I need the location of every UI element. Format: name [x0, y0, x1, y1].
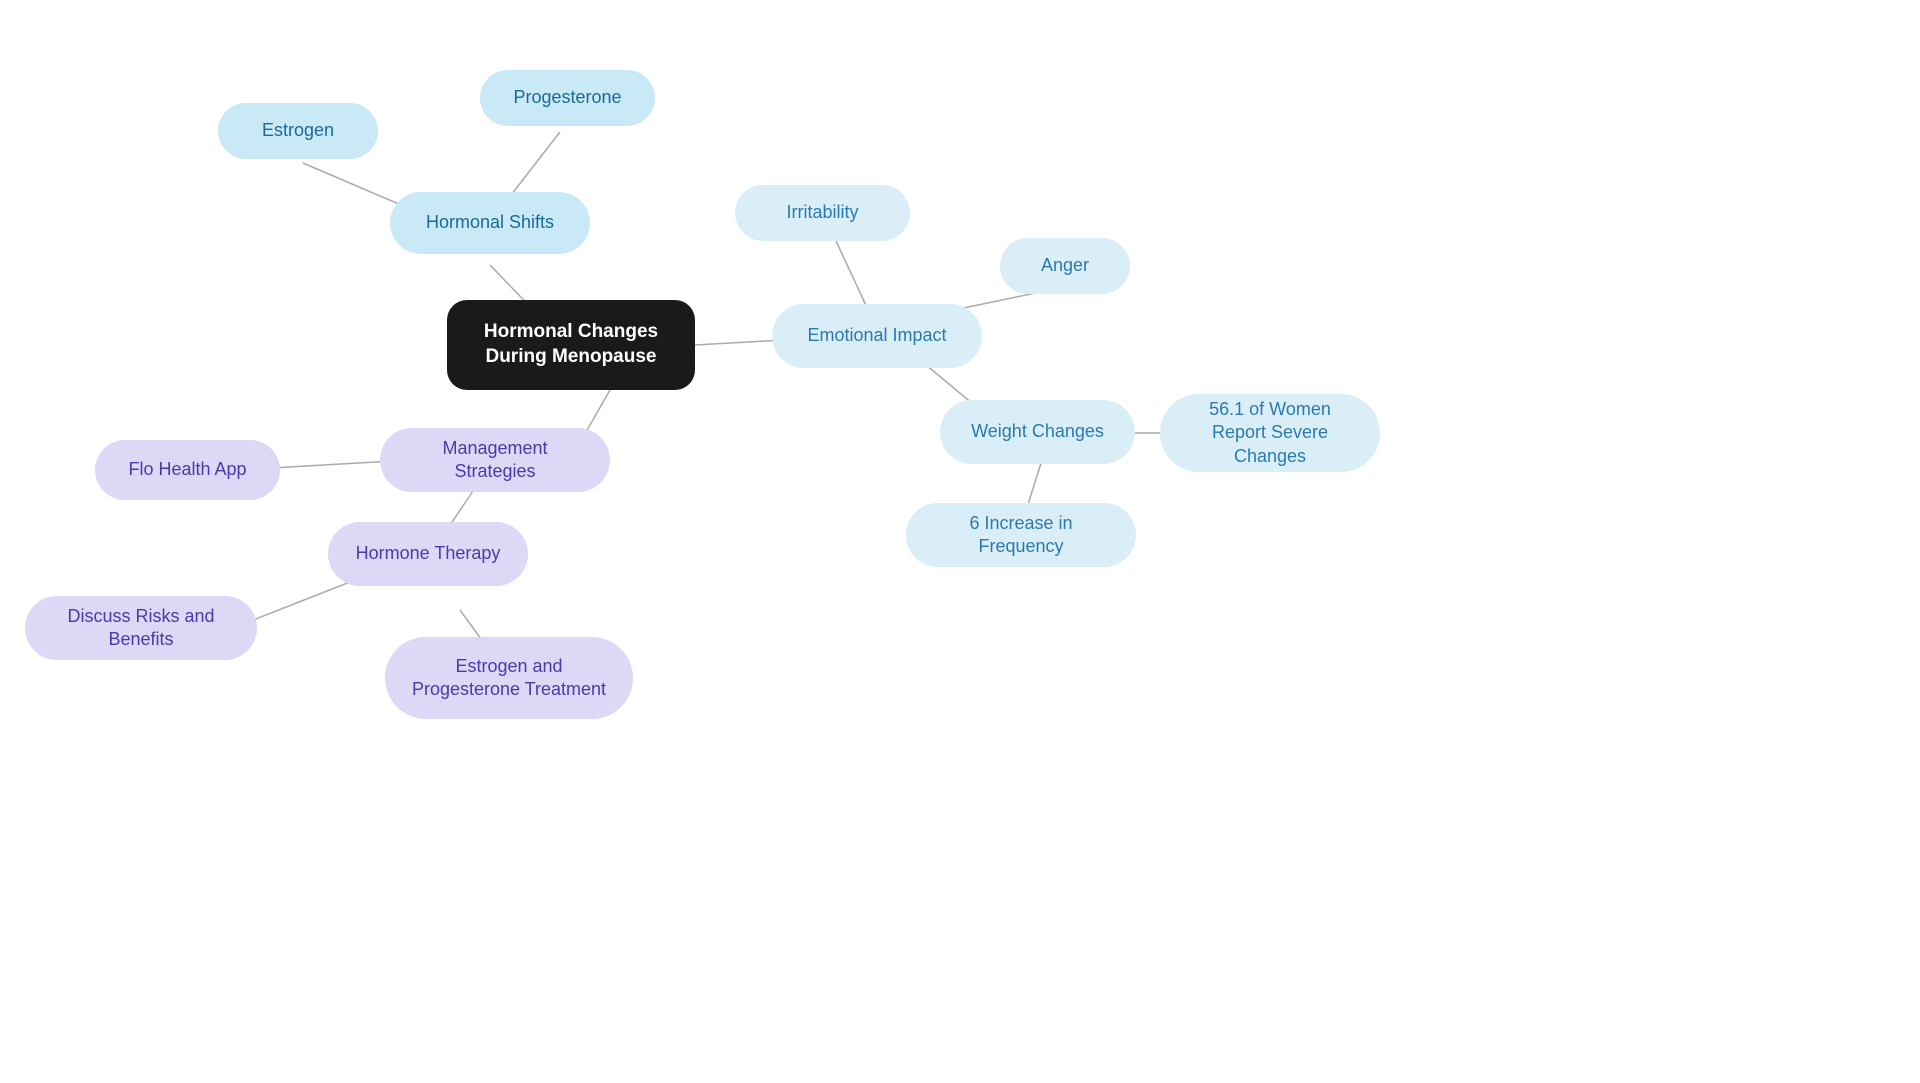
flo-health-app-node: Flo Health App: [95, 440, 280, 500]
irritability-node: Irritability: [735, 185, 910, 241]
weight-changes-label: Weight Changes: [971, 420, 1104, 443]
increase-frequency-label: 6 Increase in Frequency: [928, 512, 1114, 559]
anger-node: Anger: [1000, 238, 1130, 294]
hormone-therapy-node: Hormone Therapy: [328, 522, 528, 586]
anger-label: Anger: [1041, 254, 1089, 277]
progesterone-label: Progesterone: [513, 86, 621, 109]
discuss-risks-node: Discuss Risks and Benefits: [25, 596, 257, 660]
estrogen-progesterone-label: Estrogen and Progesterone Treatment: [407, 655, 611, 702]
estrogen-label: Estrogen: [262, 119, 334, 142]
increase-frequency-node: 6 Increase in Frequency: [906, 503, 1136, 567]
irritability-label: Irritability: [786, 201, 858, 224]
severe-changes-label: 56.1 of Women Report Severe Changes: [1182, 398, 1358, 468]
emotional-impact-label: Emotional Impact: [807, 324, 946, 347]
center-label: Hormonal Changes During Menopause: [469, 320, 673, 369]
estrogen-node: Estrogen: [218, 103, 378, 159]
flo-health-app-label: Flo Health App: [128, 458, 246, 481]
management-strategies-label: Management Strategies: [402, 437, 588, 484]
severe-changes-node: 56.1 of Women Report Severe Changes: [1160, 394, 1380, 472]
hormone-therapy-label: Hormone Therapy: [356, 542, 501, 565]
estrogen-progesterone-node: Estrogen and Progesterone Treatment: [385, 637, 633, 719]
progesterone-node: Progesterone: [480, 70, 655, 126]
emotional-impact-node: Emotional Impact: [772, 304, 982, 368]
discuss-risks-label: Discuss Risks and Benefits: [47, 605, 235, 652]
hormonal-shifts-label: Hormonal Shifts: [426, 211, 554, 234]
hormonal-shifts-node: Hormonal Shifts: [390, 192, 590, 254]
weight-changes-node: Weight Changes: [940, 400, 1135, 464]
management-strategies-node: Management Strategies: [380, 428, 610, 492]
center-node: Hormonal Changes During Menopause: [447, 300, 695, 390]
